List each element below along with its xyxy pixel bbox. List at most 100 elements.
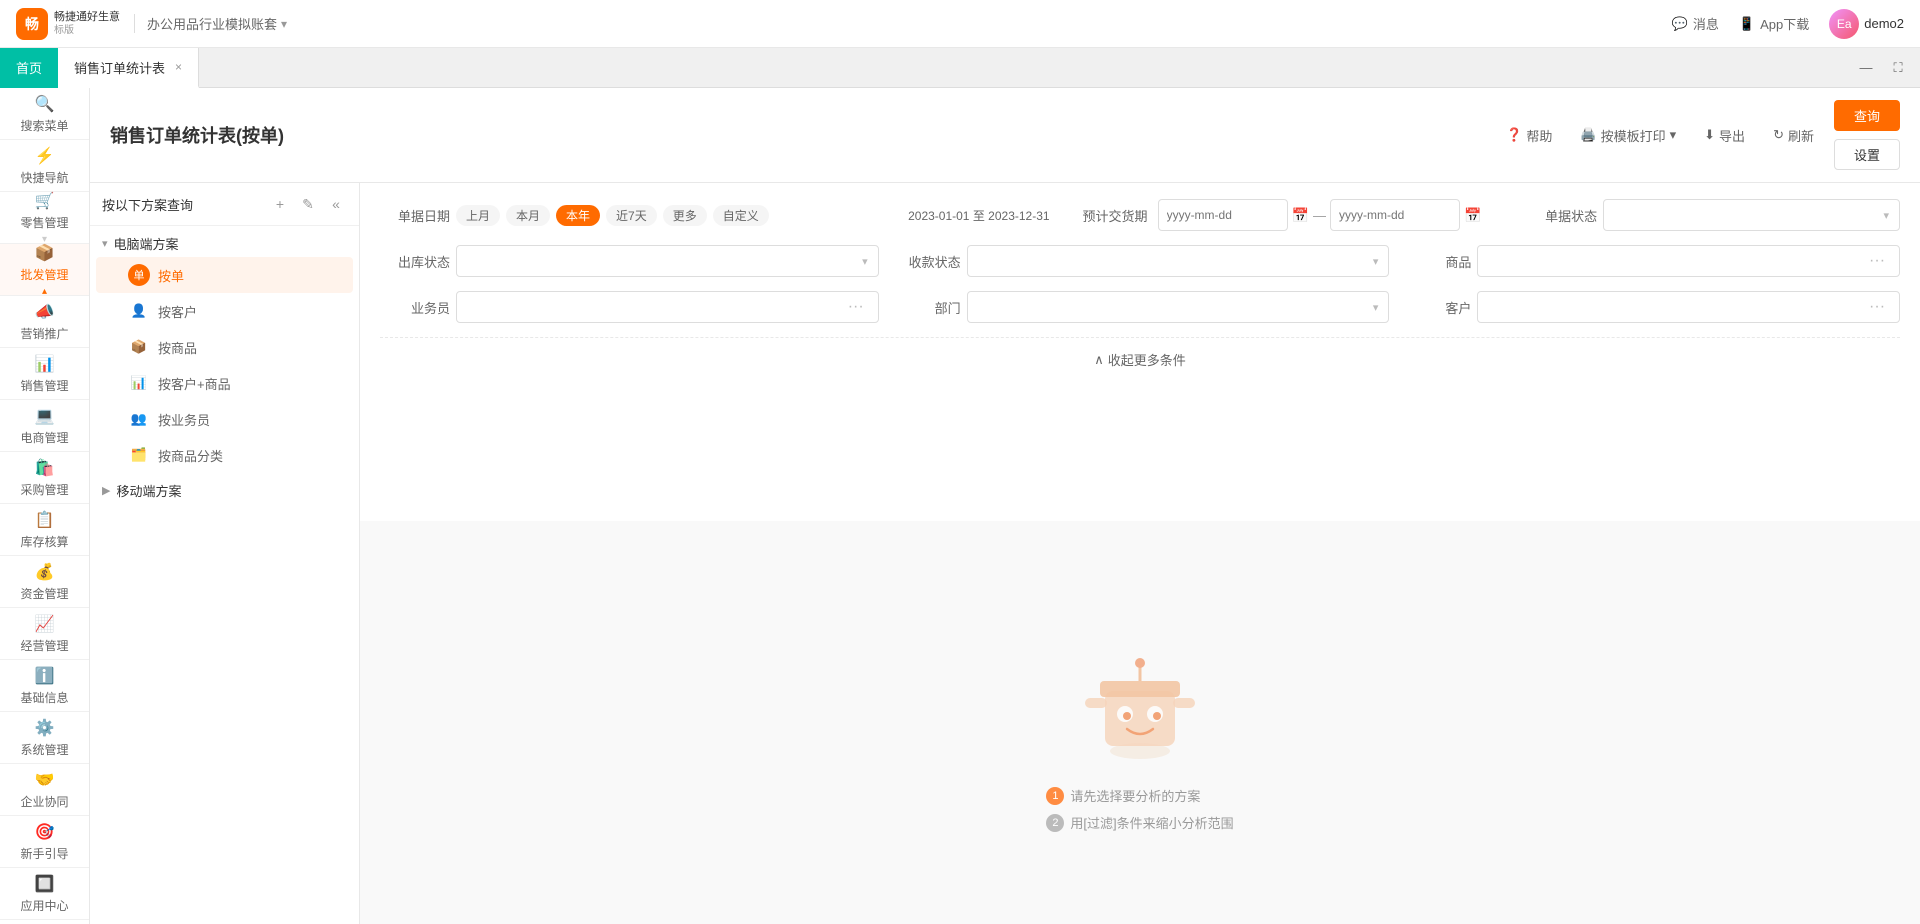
- scheme-item-by-customer-goods[interactable]: 📊 按客户+商品: [96, 365, 353, 401]
- pc-group-title[interactable]: ▾ 电脑端方案: [90, 226, 359, 257]
- query-button[interactable]: 查询: [1834, 100, 1900, 131]
- calendar-end-icon[interactable]: 📅: [1464, 207, 1481, 224]
- sidebar-item-retail[interactable]: 🛒 零售管理 ▾: [0, 192, 89, 244]
- finance-icon: 💰: [35, 562, 55, 582]
- tip-num-1: 1: [1046, 787, 1064, 805]
- empty-tip-1: 1 请先选择要分析的方案: [1046, 786, 1233, 805]
- sidebar-item-ecommerce[interactable]: 💻 电商管理: [0, 400, 89, 452]
- workspace-selector[interactable]: 办公用品行业模拟账套 ▾: [130, 14, 287, 33]
- date-tag-this-year[interactable]: 本年: [556, 205, 600, 226]
- print-btn[interactable]: 🖨️ 按模板打印 ▾: [1572, 122, 1684, 149]
- customer-more-icon[interactable]: ···: [1865, 298, 1889, 316]
- ship-status-label: 出库状态: [380, 252, 450, 271]
- guide-icon: 🎯: [35, 822, 55, 842]
- pay-status-select[interactable]: ▾: [967, 245, 1390, 277]
- home-tab-label: 首页: [16, 58, 42, 77]
- sidebar-item-collab[interactable]: 🤝 企业协同: [0, 764, 89, 816]
- edit-icon: ✎: [302, 196, 314, 213]
- sidebar-item-search[interactable]: 🔍 搜索菜单: [0, 88, 89, 140]
- help-btn[interactable]: ❓ 帮助: [1498, 122, 1560, 149]
- sidebar-item-finance[interactable]: 💰 资金管理: [0, 556, 89, 608]
- sidebar-item-basic-info[interactable]: ℹ️ 基础信息: [0, 660, 89, 712]
- scheme-item-by-goods[interactable]: 📦 按商品: [96, 329, 353, 365]
- sidebar-item-quick-nav[interactable]: ⚡ 快捷导航: [0, 140, 89, 192]
- date-tag-7days[interactable]: 近7天: [606, 205, 657, 226]
- doc-status-select[interactable]: ▾: [1603, 199, 1900, 231]
- pay-status-label: 收款状态: [891, 252, 961, 271]
- sidebar-item-app-center[interactable]: 🔲 应用中心: [0, 868, 89, 920]
- filter-results-area: 单据日期 上月 本月 本年 近7天 更多 自定义 2023-01-0: [360, 183, 1920, 924]
- sidebar-item-system[interactable]: ⚙️ 系统管理: [0, 712, 89, 764]
- date-tag-more[interactable]: 更多: [663, 205, 707, 226]
- tab-minimize-btn[interactable]: —: [1852, 54, 1880, 82]
- export-btn[interactable]: ⬇ 导出: [1696, 122, 1753, 149]
- tab-home[interactable]: 首页: [0, 48, 58, 88]
- sidebar-item-marketing[interactable]: 📣 营销推广: [0, 296, 89, 348]
- scheme-label-by-customer: 按客户: [158, 302, 197, 321]
- avatar: Ea: [1829, 9, 1859, 39]
- scheme-item-by-order[interactable]: 单 按单: [96, 257, 353, 293]
- scheme-edit-btn[interactable]: ✎: [297, 193, 319, 215]
- sidebar-basic-label: 基础信息: [20, 689, 68, 706]
- date-tag-this-month[interactable]: 本月: [506, 205, 550, 226]
- app-center-icon: 🔲: [35, 874, 55, 894]
- settings-button[interactable]: 设置: [1834, 139, 1900, 170]
- ship-status-select[interactable]: ▾: [456, 245, 879, 277]
- customer-select[interactable]: ···: [1477, 291, 1900, 323]
- empty-tips: 1 请先选择要分析的方案 2 用[过滤]条件来缩小分析范围: [1046, 786, 1233, 832]
- user-action[interactable]: Ea demo2: [1829, 9, 1904, 39]
- sidebar-app-label: 应用中心: [20, 897, 68, 914]
- scheme-item-by-customer[interactable]: 👤 按客户: [96, 293, 353, 329]
- doc-status-label: 单据状态: [1527, 206, 1597, 225]
- top-bar: 畅 畅捷通好生意 标版 办公用品行业模拟账套 ▾ 💬 消息 📱 App下载 Ea…: [0, 0, 1920, 48]
- message-icon: 💬: [1672, 16, 1688, 32]
- add-icon: +: [276, 196, 284, 212]
- department-group: 部门 ▾: [891, 291, 1390, 323]
- customer-group: 客户 ···: [1401, 291, 1900, 323]
- calendar-start-icon[interactable]: 📅: [1292, 207, 1309, 224]
- goods-select[interactable]: ···: [1477, 245, 1900, 277]
- content-area: 按以下方案查询 + ✎ « ▾: [90, 183, 1920, 924]
- tab-bar-actions: — ⛶: [1852, 54, 1920, 82]
- scheme-icon-by-customer: 👤: [128, 300, 150, 322]
- empty-illustration: [1075, 636, 1205, 766]
- sidebar-item-sales[interactable]: 📊 销售管理: [0, 348, 89, 400]
- logo-area: 畅 畅捷通好生意 标版: [16, 8, 120, 40]
- customer-label: 客户: [1401, 298, 1471, 317]
- sidebar-sales-label: 销售管理: [20, 377, 68, 394]
- sidebar-item-wechat[interactable]: 💬 企业微信: [0, 920, 89, 924]
- scheme-label-staff: 按业务员: [158, 410, 210, 429]
- sidebar-item-wholesale[interactable]: 📦 批发管理 ▴: [0, 244, 89, 296]
- salesperson-select[interactable]: ···: [456, 291, 879, 323]
- date-tag-last-month[interactable]: 上月: [456, 205, 500, 226]
- mobile-group-title[interactable]: ▶ 移动端方案: [90, 473, 359, 504]
- goods-more-icon[interactable]: ···: [1865, 252, 1889, 270]
- expected-date-end-input[interactable]: [1330, 199, 1460, 231]
- sidebar-item-inventory[interactable]: 📋 库存核算: [0, 504, 89, 556]
- sidebar-item-guide[interactable]: 🎯 新手引导: [0, 816, 89, 868]
- collab-icon: 🤝: [35, 770, 55, 790]
- salesperson-more-icon[interactable]: ···: [844, 298, 868, 316]
- page-title: 销售订单统计表(按单): [110, 122, 284, 148]
- workspace-title: 办公用品行业模拟账套: [134, 14, 277, 33]
- tab-close-icon[interactable]: ×: [175, 60, 182, 74]
- scheme-item-by-category[interactable]: 🗂️ 按商品分类: [96, 437, 353, 473]
- refresh-btn[interactable]: ↻ 刷新: [1765, 122, 1822, 149]
- date-tag-custom[interactable]: 自定义: [713, 205, 769, 226]
- app-download-action[interactable]: 📱 App下载: [1739, 14, 1809, 33]
- department-select[interactable]: ▾: [967, 291, 1390, 323]
- collapse-conditions-btn[interactable]: ∧ 收起更多条件: [380, 337, 1900, 381]
- mobile-group-label: 移动端方案: [116, 481, 181, 500]
- tab-bar: 首页 销售订单统计表 × — ⛶: [0, 48, 1920, 88]
- scheme-item-by-staff[interactable]: 👥 按业务员: [96, 401, 353, 437]
- tab-current[interactable]: 销售订单统计表 ×: [58, 48, 199, 88]
- scheme-collapse-btn[interactable]: «: [325, 193, 347, 215]
- sidebar-item-operations[interactable]: 📈 经营管理: [0, 608, 89, 660]
- scheme-add-btn[interactable]: +: [269, 193, 291, 215]
- sidebar-item-purchase[interactable]: 🛍️ 采购管理: [0, 452, 89, 504]
- message-action[interactable]: 💬 消息: [1672, 14, 1719, 33]
- date-filter: 上月 本月 本年 近7天 更多 自定义: [456, 205, 902, 226]
- tab-maximize-btn[interactable]: ⛶: [1884, 54, 1912, 82]
- scheme-icon-by-order: 单: [128, 264, 150, 286]
- expected-date-start-input[interactable]: [1158, 199, 1288, 231]
